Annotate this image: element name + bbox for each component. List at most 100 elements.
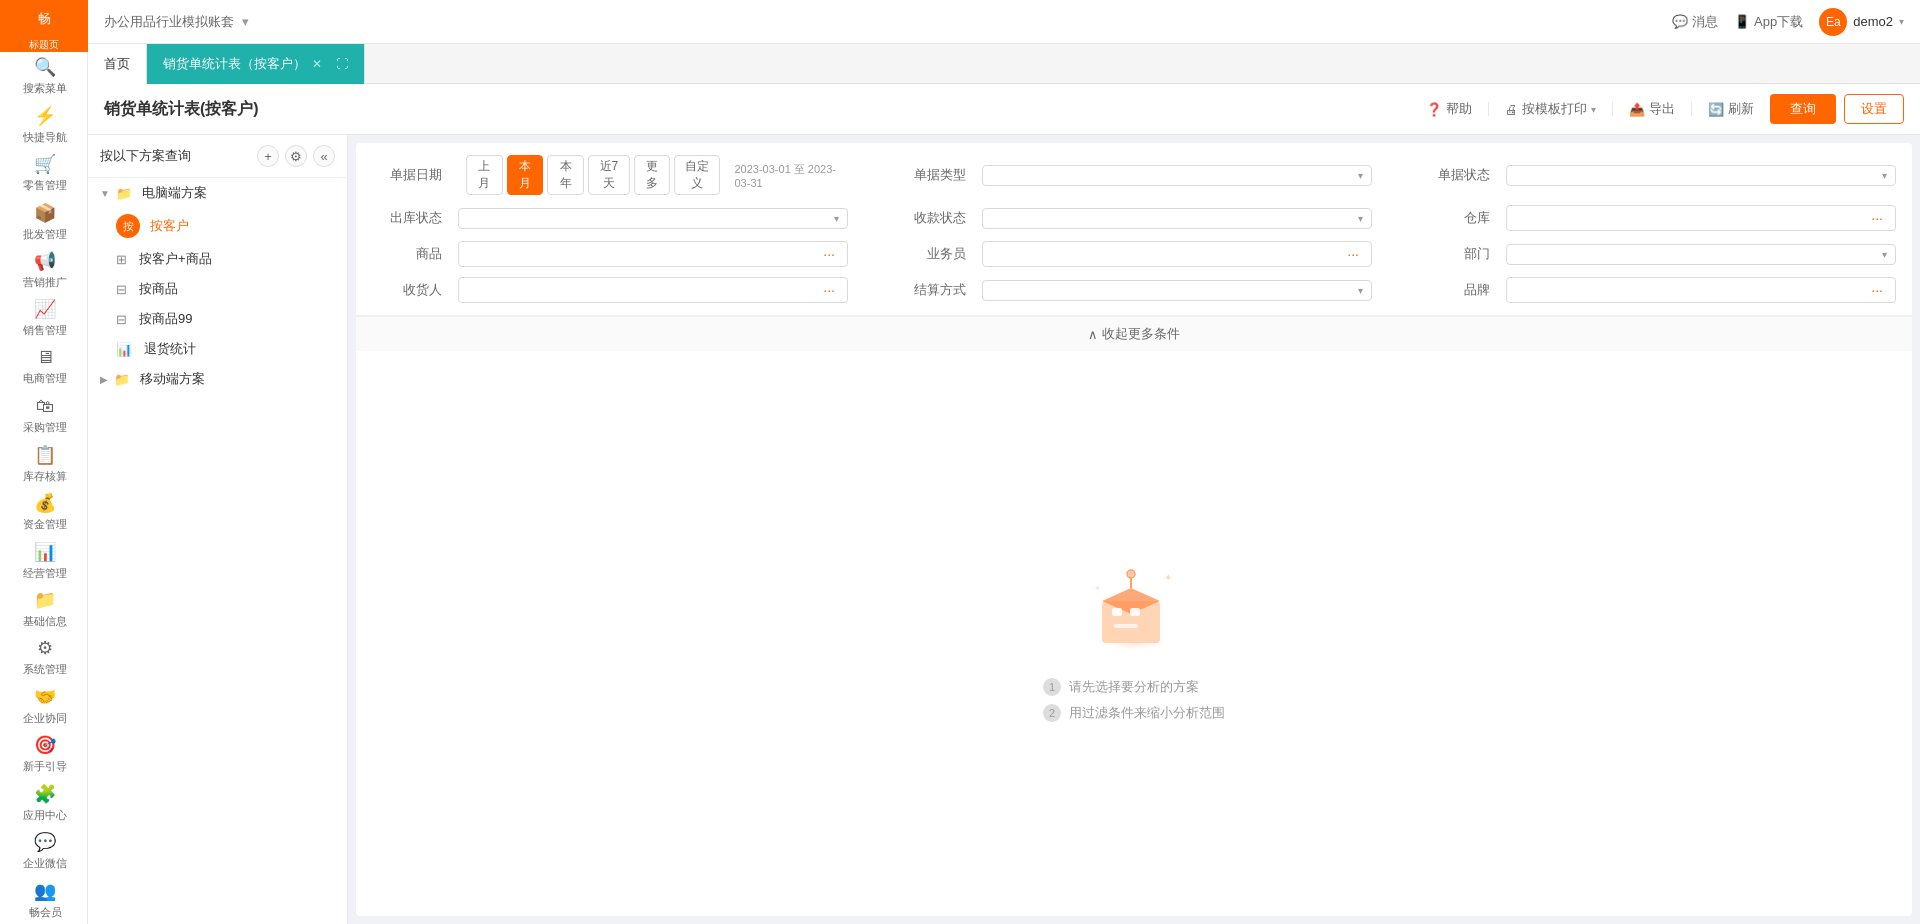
- scheme-return-stats[interactable]: 📊 退货统计: [88, 334, 347, 364]
- ecommerce-icon: 🖥: [36, 347, 54, 368]
- user-profile[interactable]: Ea demo2 ▾: [1819, 8, 1904, 36]
- department-select[interactable]: ▾: [1506, 244, 1896, 265]
- sidebar-item-sales[interactable]: 📈 销售管理: [0, 294, 88, 342]
- print-icon: 🖨: [1505, 102, 1518, 117]
- table-icon-1: ⊟: [116, 282, 127, 297]
- title-dropdown-arrow[interactable]: ▾: [242, 14, 249, 29]
- out-status-select[interactable]: ▾: [458, 208, 848, 229]
- collect-status-control: ▾: [982, 208, 1372, 229]
- add-scheme-button[interactable]: +: [257, 145, 279, 167]
- date-last-month-btn[interactable]: 上月: [466, 155, 503, 195]
- warehouse-ellipsis[interactable]: ···: [1867, 210, 1887, 226]
- marketing-icon: 📢: [34, 250, 56, 272]
- download-icon: 📱: [1734, 14, 1750, 29]
- sidebar-item-system[interactable]: ⚙ 系统管理: [0, 633, 88, 681]
- date-custom-btn[interactable]: 自定义: [674, 155, 720, 195]
- order-status-select[interactable]: ▾: [1506, 165, 1896, 186]
- print-dropdown-arrow: ▾: [1591, 104, 1596, 115]
- mobile-scheme-group[interactable]: ▶ 📁 移动端方案: [88, 364, 347, 394]
- tab-close-button[interactable]: ✕: [312, 57, 322, 71]
- basic-info-icon: 📁: [34, 589, 56, 611]
- scheme-by-customer-product[interactable]: ⊞ 按客户+商品: [88, 244, 347, 274]
- brand-label: 品牌: [1420, 281, 1490, 299]
- scheme-by-product-99[interactable]: ⊟ 按商品99: [88, 304, 347, 334]
- tab-home[interactable]: 首页: [88, 44, 147, 84]
- logo-subtitle: 标题页: [29, 38, 59, 52]
- page-title: 销货单统计表(按客户): [104, 99, 259, 120]
- receiver-ellipsis[interactable]: ···: [819, 282, 839, 298]
- settings-scheme-button[interactable]: ⚙: [285, 145, 307, 167]
- tip-num-1: 1: [1043, 678, 1061, 696]
- collapse-more-bar[interactable]: ∧ 收起更多条件: [356, 316, 1912, 351]
- brand-ellipsis[interactable]: ···: [1867, 282, 1887, 298]
- sidebar-item-guide[interactable]: 🎯 新手引导: [0, 730, 88, 778]
- page-header-actions: ❓ 帮助 🖨 按模板打印 ▾ 📤 导出 🔄 刷新: [1418, 94, 1904, 124]
- message-button[interactable]: 💬 消息: [1672, 13, 1718, 31]
- order-type-select[interactable]: ▾: [982, 165, 1372, 186]
- refresh-button[interactable]: 🔄 刷新: [1700, 96, 1762, 122]
- desktop-scheme-group[interactable]: ▼ 📁 电脑端方案: [88, 178, 347, 208]
- body-area: 按以下方案查询 + ⚙ « ▼ 📁 电脑端方案 按 按客户: [88, 135, 1920, 924]
- salesperson-ellipsis[interactable]: ···: [1343, 246, 1363, 262]
- settlement-select[interactable]: ▾: [982, 280, 1372, 301]
- department-control: ▾: [1506, 244, 1896, 265]
- sidebar-item-marketing[interactable]: 📢 营销推广: [0, 246, 88, 294]
- date-more-btn[interactable]: 更多: [634, 155, 671, 195]
- date-last-7-btn[interactable]: 近7天: [588, 155, 630, 195]
- header-title-area: 办公用品行业模拟账套 ▾: [104, 13, 249, 31]
- filter-row-4: 收货人 ··· 结算方式 ▾: [372, 277, 1896, 303]
- settings-button[interactable]: 设置: [1844, 94, 1904, 124]
- sidebar-item-operations[interactable]: 📊 经营管理: [0, 536, 88, 584]
- scheme-by-product[interactable]: ⊟ 按商品: [88, 274, 347, 304]
- warehouse-input[interactable]: ···: [1506, 205, 1896, 231]
- scheme-by-customer[interactable]: 按 按客户: [88, 208, 347, 244]
- query-button[interactable]: 查询: [1770, 94, 1836, 124]
- empty-state-illustration: ✦ ✦: [1074, 546, 1194, 666]
- sidebar-item-retail[interactable]: 🛒 零售管理: [0, 149, 88, 197]
- sidebar-item-purchase[interactable]: 🛍 采购管理: [0, 391, 88, 439]
- export-button[interactable]: 📤 导出: [1621, 96, 1683, 122]
- order-type-control: ▾: [982, 165, 1372, 186]
- receiver-control: ···: [458, 277, 848, 303]
- help-button[interactable]: ❓ 帮助: [1418, 96, 1480, 122]
- sidebar-item-finance[interactable]: 💰 资金管理: [0, 488, 88, 536]
- sidebar-item-enterprise[interactable]: 🤝 企业协同: [0, 682, 88, 730]
- salesperson-input[interactable]: ···: [982, 241, 1372, 267]
- sidebar-item-enterprise-wechat[interactable]: 💬 企业微信: [0, 827, 88, 875]
- sidebar-label-finance: 资金管理: [23, 517, 67, 532]
- date-this-month-btn[interactable]: 本月: [507, 155, 544, 195]
- sidebar-item-inventory[interactable]: 📋 库存核算: [0, 440, 88, 488]
- content-area: 销货单统计表(按客户) ❓ 帮助 🖨 按模板打印 ▾ 📤 导出: [88, 84, 1920, 924]
- product-ellipsis[interactable]: ···: [819, 246, 839, 262]
- sidebar-item-search[interactable]: 🔍 搜索菜单: [0, 52, 88, 100]
- sidebar-item-ecommerce[interactable]: 🖥 电商管理: [0, 343, 88, 391]
- sidebar-label-app-center: 应用中心: [23, 808, 67, 823]
- guide-icon: 🎯: [34, 734, 56, 756]
- brand-input[interactable]: ···: [1506, 277, 1896, 303]
- tab-bar: 首页 销货单统计表（按客户） ✕ ⛶: [88, 44, 1920, 84]
- mobile-folder-icon: 📁: [114, 372, 130, 387]
- app-logo[interactable]: 畅 标题页: [0, 0, 88, 52]
- collect-status-select[interactable]: ▾: [982, 208, 1372, 229]
- sidebar-item-app-center[interactable]: 🧩 应用中心: [0, 779, 88, 827]
- app-download-button[interactable]: 📱 App下载: [1734, 13, 1803, 31]
- empty-state: ✦ ✦ 1 请先选择要分析的方案 2 用过滤条件来缩小分析范围: [356, 351, 1912, 916]
- print-button[interactable]: 🖨 按模板打印 ▾: [1497, 96, 1604, 122]
- sidebar-item-quick-nav[interactable]: ⚡ 快捷导航: [0, 100, 88, 148]
- empty-tip-1: 1 请先选择要分析的方案: [1043, 678, 1225, 696]
- scheme-by-product-label: 按商品: [139, 280, 178, 298]
- sidebar-label-wholesale: 批发管理: [23, 227, 67, 242]
- svg-point-10: [1127, 570, 1135, 578]
- date-filter-group: 上月 本月 本年 近7天 更多 自定义 2023-03-01 至 2023-03…: [458, 155, 848, 195]
- sidebar-item-member[interactable]: 👥 畅会员: [0, 875, 88, 923]
- salesperson-control: ···: [982, 241, 1372, 267]
- tab-sales-stats[interactable]: 销货单统计表（按客户） ✕ ⛶: [147, 44, 365, 84]
- sidebar-item-basic-info[interactable]: 📁 基础信息: [0, 585, 88, 633]
- collapse-panel-button[interactable]: «: [313, 145, 335, 167]
- department-arrow: ▾: [1882, 249, 1887, 260]
- tab-maximize-button[interactable]: ⛶: [336, 57, 348, 71]
- product-input[interactable]: ···: [458, 241, 848, 267]
- sidebar-item-wholesale[interactable]: 📦 批发管理: [0, 197, 88, 245]
- date-this-year-btn[interactable]: 本年: [547, 155, 584, 195]
- receiver-input[interactable]: ···: [458, 277, 848, 303]
